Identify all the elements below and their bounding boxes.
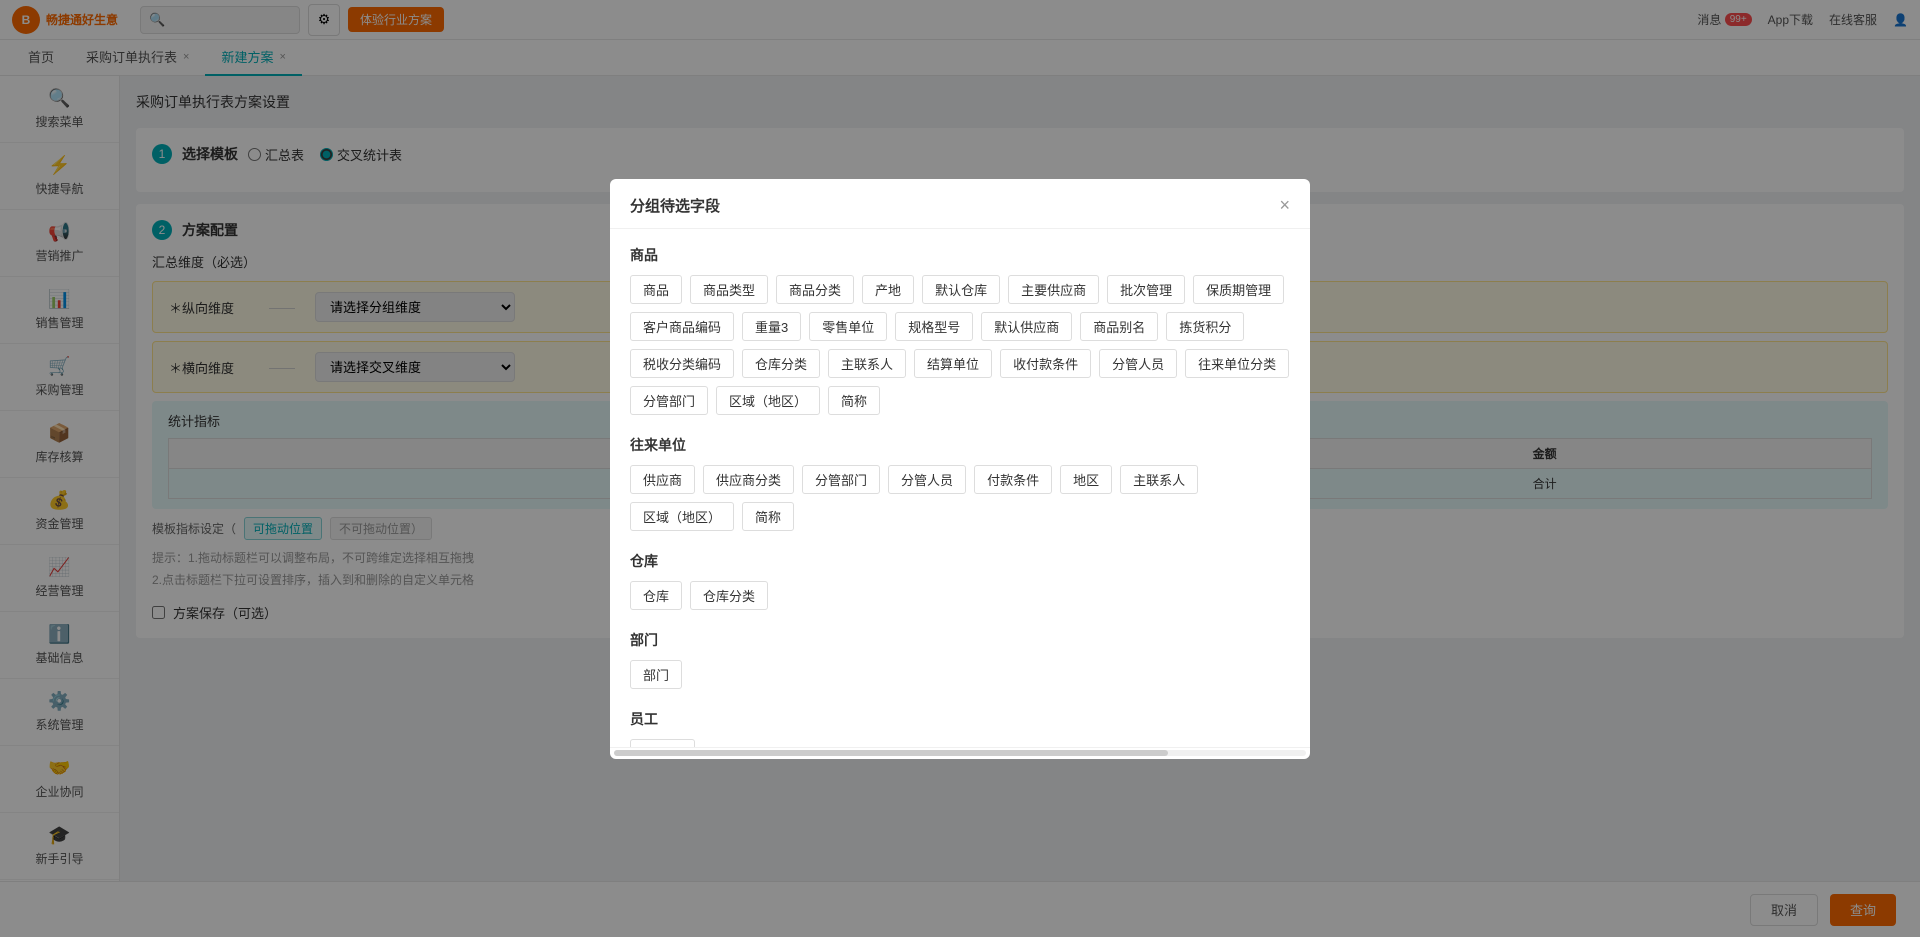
field-tag[interactable]: 主联系人 bbox=[828, 349, 906, 378]
field-tag[interactable]: 仓库 bbox=[630, 581, 682, 610]
modal-hscroll[interactable] bbox=[610, 747, 1310, 759]
modal-close-button[interactable]: × bbox=[1279, 195, 1290, 216]
field-tag[interactable]: 简称 bbox=[742, 502, 794, 531]
field-tag[interactable]: 地区 bbox=[1060, 465, 1112, 494]
field-group: 部门部门 bbox=[630, 630, 1290, 689]
field-tag[interactable]: 供应商分类 bbox=[703, 465, 794, 494]
modal-overlay: 分组待选字段 × 商品商品商品类型商品分类产地默认仓库主要供应商批次管理保质期管… bbox=[0, 0, 1920, 937]
field-tags: 业务员 bbox=[630, 739, 1290, 747]
field-group: 商品商品商品类型商品分类产地默认仓库主要供应商批次管理保质期管理客户商品编码重量… bbox=[630, 245, 1290, 415]
field-group-title: 往来单位 bbox=[630, 435, 1290, 455]
field-tag[interactable]: 仓库分类 bbox=[742, 349, 820, 378]
field-tag[interactable]: 产地 bbox=[862, 275, 914, 304]
field-tag[interactable]: 简称 bbox=[828, 386, 880, 415]
field-tag[interactable]: 商品 bbox=[630, 275, 682, 304]
field-select-modal: 分组待选字段 × 商品商品商品类型商品分类产地默认仓库主要供应商批次管理保质期管… bbox=[610, 179, 1310, 759]
field-tag[interactable]: 默认仓库 bbox=[922, 275, 1000, 304]
field-tag[interactable]: 区域（地区） bbox=[716, 386, 820, 415]
field-tags: 商品商品类型商品分类产地默认仓库主要供应商批次管理保质期管理客户商品编码重量3 零… bbox=[630, 275, 1290, 415]
field-tags: 仓库仓库分类 bbox=[630, 581, 1290, 610]
modal-header: 分组待选字段 × bbox=[610, 179, 1310, 229]
field-group-title: 员工 bbox=[630, 709, 1290, 729]
field-tag[interactable]: 客户商品编码 bbox=[630, 312, 734, 341]
field-group-title: 仓库 bbox=[630, 551, 1290, 571]
field-tag[interactable]: 重量3 bbox=[742, 312, 801, 341]
field-tag[interactable]: 区域（地区） bbox=[630, 502, 734, 531]
field-tag[interactable]: 批次管理 bbox=[1107, 275, 1185, 304]
field-tag[interactable]: 默认供应商 bbox=[981, 312, 1072, 341]
field-tags: 供应商供应商分类分管部门分管人员付款条件地区主联系人区域（地区） 简称 bbox=[630, 465, 1290, 531]
field-tag[interactable]: 零售单位 bbox=[809, 312, 887, 341]
field-tag[interactable]: 商品分类 bbox=[776, 275, 854, 304]
field-tag[interactable]: 商品别名 bbox=[1080, 312, 1158, 341]
field-tag[interactable]: 税收分类编码 bbox=[630, 349, 734, 378]
field-tag[interactable]: 收付款条件 bbox=[1000, 349, 1091, 378]
field-tag[interactable]: 规格型号 bbox=[895, 312, 973, 341]
field-tag[interactable]: 分管人员 bbox=[888, 465, 966, 494]
field-tag[interactable]: 供应商 bbox=[630, 465, 695, 494]
field-group: 往来单位供应商供应商分类分管部门分管人员付款条件地区主联系人区域（地区） 简称 bbox=[630, 435, 1290, 531]
field-tag[interactable]: 主要供应商 bbox=[1008, 275, 1099, 304]
field-group: 仓库仓库仓库分类 bbox=[630, 551, 1290, 610]
hscroll-thumb bbox=[614, 750, 1168, 756]
field-tag[interactable]: 付款条件 bbox=[974, 465, 1052, 494]
field-tag[interactable]: 主联系人 bbox=[1120, 465, 1198, 494]
field-tag[interactable]: 拣货积分 bbox=[1166, 312, 1244, 341]
field-tag[interactable]: 往来单位分类 bbox=[1185, 349, 1289, 378]
field-tags: 部门 bbox=[630, 660, 1290, 689]
field-tag[interactable]: 分管人员 bbox=[1099, 349, 1177, 378]
field-group: 员工业务员 bbox=[630, 709, 1290, 747]
field-tag[interactable]: 分管部门 bbox=[802, 465, 880, 494]
field-tag[interactable]: 部门 bbox=[630, 660, 682, 689]
modal-body: 商品商品商品类型商品分类产地默认仓库主要供应商批次管理保质期管理客户商品编码重量… bbox=[610, 229, 1310, 747]
field-tag[interactable]: 结算单位 bbox=[914, 349, 992, 378]
field-tag[interactable]: 商品类型 bbox=[690, 275, 768, 304]
field-group-title: 部门 bbox=[630, 630, 1290, 650]
field-tag[interactable]: 仓库分类 bbox=[690, 581, 768, 610]
field-tag[interactable]: 分管部门 bbox=[630, 386, 708, 415]
field-tag[interactable]: 保质期管理 bbox=[1193, 275, 1284, 304]
field-group-title: 商品 bbox=[630, 245, 1290, 265]
field-tag[interactable]: 业务员 bbox=[630, 739, 695, 747]
modal-title: 分组待选字段 bbox=[630, 195, 720, 216]
hscroll-track bbox=[614, 750, 1306, 756]
